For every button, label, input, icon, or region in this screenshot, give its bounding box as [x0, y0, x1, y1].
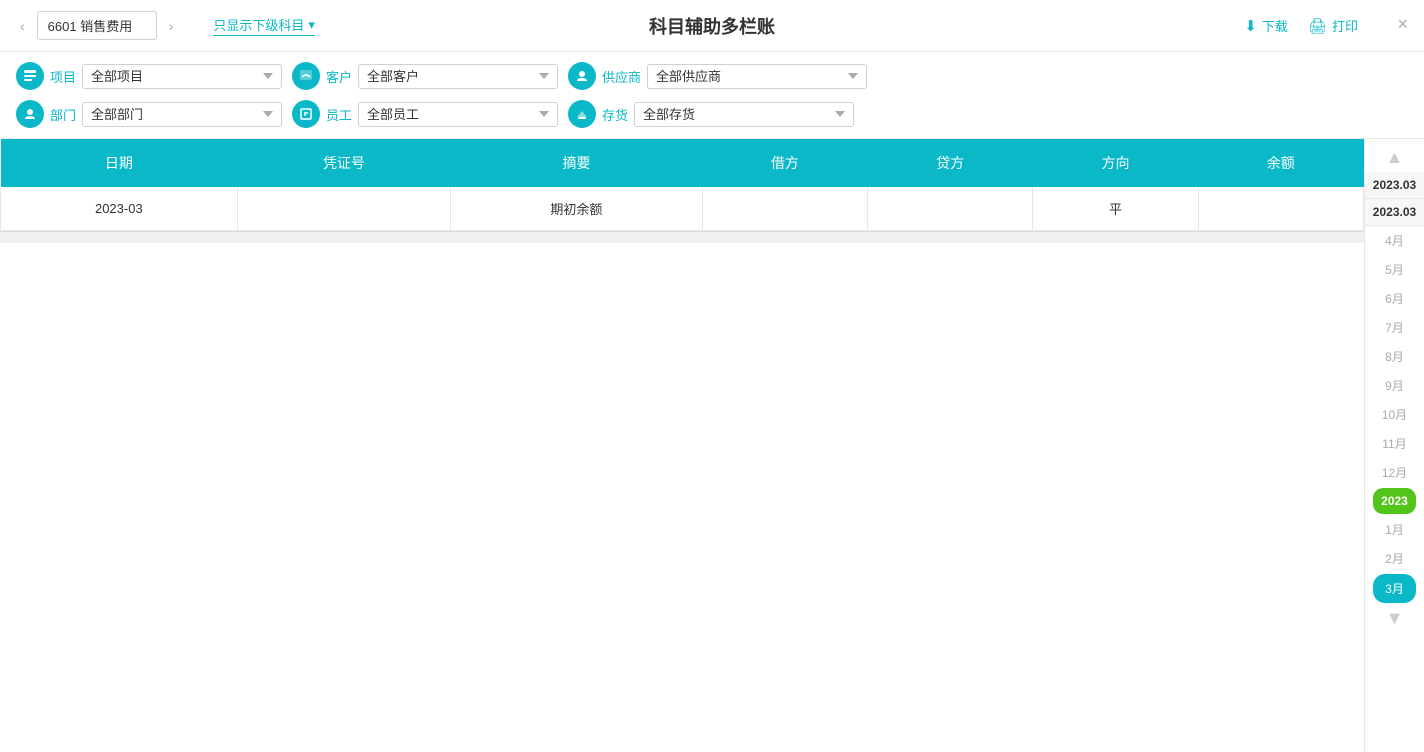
show-sub-label: 只显示下级科目	[213, 15, 304, 34]
project-label: 项目	[50, 67, 76, 86]
filter-item-supplier: 供应商 全部供应商	[568, 62, 867, 90]
supplier-select[interactable]: 全部供应商	[647, 64, 867, 89]
download-icon: ⬇	[1244, 17, 1257, 35]
timeline-month-8[interactable]: 8月	[1365, 342, 1424, 371]
project-select[interactable]: 全部项目	[82, 64, 282, 89]
data-table: 日期 凭证号 摘要 借方 贷方 方向 余额 2023-03 期初余额	[0, 139, 1364, 231]
col-balance: 余额	[1198, 139, 1363, 187]
col-date: 日期	[1, 139, 238, 187]
filter-item-inventory: 存货 全部存货	[568, 100, 854, 128]
title-bar: ‹ 6601 销售费用 › 只显示下级科目 ▾ 科目辅助多栏账 ⬇ 下载 🖨 打…	[0, 0, 1424, 52]
cell-summary: 期初余额	[451, 187, 702, 231]
department-label: 部门	[50, 105, 76, 124]
timeline-month-4[interactable]: 4月	[1365, 226, 1424, 255]
timeline-year-2023[interactable]: 2023	[1373, 488, 1416, 514]
inventory-label: 存货	[602, 105, 628, 124]
col-debit: 借方	[702, 139, 867, 187]
cell-balance	[1198, 187, 1363, 231]
print-icon: 🖨	[1308, 17, 1327, 35]
project-icon	[16, 62, 44, 90]
filter-item-project: 项目 全部项目	[16, 62, 282, 90]
timeline-sidebar: ▲ 2023.03 2023.03 4月 5月 6月 7月 8月 9月 10月 …	[1364, 139, 1424, 752]
timeline-up-button[interactable]: ▲	[1382, 143, 1408, 172]
table-row: 2023-03 期初余额 平	[1, 187, 1364, 231]
print-button[interactable]: 🖨 打印	[1308, 16, 1358, 35]
customer-icon	[292, 62, 320, 90]
show-sub-button[interactable]: 只显示下级科目 ▾	[213, 15, 315, 36]
timeline-month-10[interactable]: 10月	[1365, 400, 1424, 429]
filter-row-2: 部门 全部部门 员工 全部员工	[16, 100, 854, 128]
timeline-down-button[interactable]: ▼	[1382, 604, 1408, 633]
timeline-month-11[interactable]: 11月	[1365, 429, 1424, 458]
filter-bar: 项目 全部项目 客户 全部客户	[0, 52, 1424, 139]
customer-label: 客户	[326, 67, 352, 86]
cell-debit	[702, 187, 867, 231]
filter-item-customer: 客户 全部客户	[292, 62, 558, 90]
filter-row-1: 项目 全部项目 客户 全部客户	[16, 62, 867, 90]
table-header-row: 日期 凭证号 摘要 借方 贷方 方向 余额	[1, 139, 1364, 187]
title-right: ⬇ 下载 🖨 打印	[1244, 16, 1408, 35]
horizontal-scrollbar[interactable]	[0, 231, 1364, 243]
download-button[interactable]: ⬇ 下载	[1244, 16, 1288, 35]
timeline-month-3-active[interactable]: 3月	[1373, 574, 1416, 603]
customer-select[interactable]: 全部客户	[358, 64, 558, 89]
inventory-icon	[568, 100, 596, 128]
cell-direction: 平	[1033, 187, 1198, 231]
timeline-month-12[interactable]: 12月	[1365, 458, 1424, 487]
col-summary: 摘要	[451, 139, 702, 187]
download-label: 下载	[1262, 16, 1288, 35]
employee-icon	[292, 100, 320, 128]
main-content: 日期 凭证号 摘要 借方 贷方 方向 余额 2023-03 期初余额	[0, 139, 1424, 752]
print-label: 打印	[1332, 16, 1358, 35]
prev-account-button[interactable]: ‹	[16, 14, 29, 38]
next-account-button[interactable]: ›	[165, 14, 178, 38]
supplier-label: 供应商	[602, 67, 641, 86]
cell-credit	[867, 187, 1032, 231]
page-title: 科目辅助多栏账	[649, 13, 775, 39]
department-icon	[16, 100, 44, 128]
title-left: ‹ 6601 销售费用 › 只显示下级科目 ▾	[16, 11, 315, 40]
timeline-month-2[interactable]: 2月	[1365, 544, 1424, 573]
filter-item-department: 部门 全部部门	[16, 100, 282, 128]
close-button[interactable]: ×	[1397, 14, 1408, 35]
col-voucher: 凭证号	[237, 139, 451, 187]
col-credit: 贷方	[867, 139, 1032, 187]
timeline-month-5[interactable]: 5月	[1365, 255, 1424, 284]
supplier-icon	[568, 62, 596, 90]
cell-voucher	[237, 187, 451, 231]
timeline-header-2: 2023.03	[1365, 199, 1424, 226]
timeline-month-9[interactable]: 9月	[1365, 371, 1424, 400]
cell-date: 2023-03	[1, 187, 238, 231]
filter-item-employee: 员工 全部员工	[292, 100, 558, 128]
show-sub-chevron: ▾	[308, 17, 315, 33]
employee-select[interactable]: 全部员工	[358, 102, 558, 127]
account-code-input[interactable]: 6601 销售费用	[37, 11, 157, 40]
timeline-month-7[interactable]: 7月	[1365, 313, 1424, 342]
timeline-month-6[interactable]: 6月	[1365, 284, 1424, 313]
timeline-header-1: 2023.03	[1365, 172, 1424, 199]
table-area: 日期 凭证号 摘要 借方 贷方 方向 余额 2023-03 期初余额	[0, 139, 1364, 752]
col-direction: 方向	[1033, 139, 1198, 187]
timeline-month-1[interactable]: 1月	[1365, 515, 1424, 544]
inventory-select[interactable]: 全部存货	[634, 102, 854, 127]
employee-label: 员工	[326, 105, 352, 124]
department-select[interactable]: 全部部门	[82, 102, 282, 127]
main-window: ‹ 6601 销售费用 › 只显示下级科目 ▾ 科目辅助多栏账 ⬇ 下载 🖨 打…	[0, 0, 1424, 752]
